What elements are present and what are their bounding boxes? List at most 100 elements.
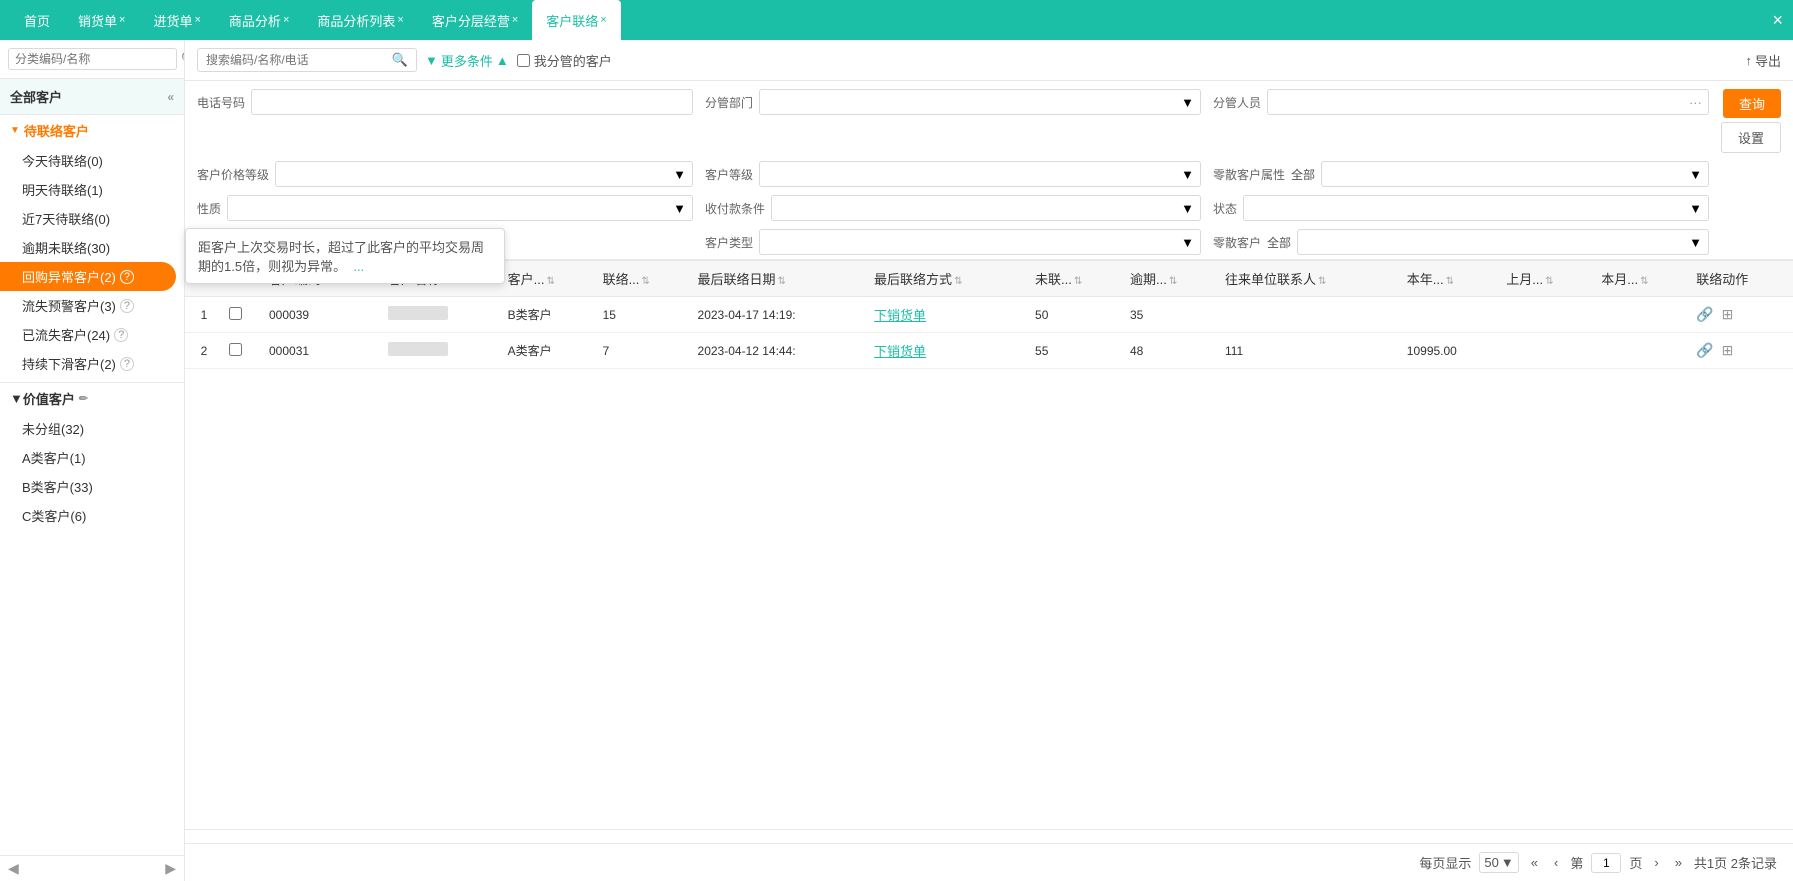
filter-search-input[interactable] — [206, 53, 392, 67]
sidebar-all-customers[interactable]: 全部客户 « — [0, 79, 184, 115]
row-overdue-1: 35 — [1124, 297, 1219, 333]
sidebar-item-churned[interactable]: 已流失客户(24) ? — [0, 320, 184, 349]
sidebar-item-repurchase-abnormal[interactable]: 回购异常客户(2) ? — [0, 262, 176, 291]
col-level[interactable]: 客户...⇅ — [502, 261, 597, 297]
row-check-1[interactable] — [229, 307, 242, 320]
nav-close-analysis[interactable]: × — [283, 14, 289, 26]
nav-close-sales[interactable]: × — [119, 14, 125, 26]
sort-icon-11: ⇅ — [1545, 276, 1553, 287]
sidebar-nav-right[interactable]: ▶ — [165, 860, 176, 877]
pagination: 每页显示 50 ▼ « ‹ 第 页 › » 共1页 2条记录 — [185, 843, 1793, 881]
filter-retail-customer: 零散客户 全部 ▼ — [1213, 229, 1709, 255]
sort-icon-8: ⇅ — [1169, 276, 1177, 287]
nav-close-analysis-list[interactable]: × — [397, 14, 403, 26]
sidebar-nav-left[interactable]: ◀ — [8, 860, 19, 877]
sidebar-item-class-b[interactable]: B类客户(33) — [0, 472, 184, 501]
edit-icon[interactable]: ✏ — [79, 392, 88, 405]
nav-sales[interactable]: 销货单 × — [64, 0, 139, 40]
sort-icon-10: ⇅ — [1446, 276, 1454, 287]
filter-cust-level-select[interactable]: ▼ — [759, 161, 1201, 187]
row-checkbox-2[interactable] — [223, 333, 263, 369]
col-overdue[interactable]: 逾期...⇅ — [1124, 261, 1219, 297]
nav-purchase[interactable]: 进货单 × — [139, 0, 214, 40]
col-contact-count[interactable]: 联络...⇅ — [597, 261, 692, 297]
filter-cust-type-select[interactable]: ▼ — [759, 229, 1201, 255]
page-input[interactable] — [1591, 853, 1621, 873]
nav-close-purchase[interactable]: × — [194, 14, 200, 26]
first-page-btn[interactable]: « — [1527, 853, 1542, 872]
sidebar-item-overdue[interactable]: 逾期未联络(30) — [0, 233, 184, 262]
nav-close-customer-layer[interactable]: × — [512, 14, 518, 26]
sidebar-group-pending[interactable]: ▼ 待联络客户 — [0, 115, 184, 146]
sidebar-item-declining[interactable]: 持续下滑客户(2) ? — [0, 349, 184, 378]
col-this-year[interactable]: 本年...⇅ — [1401, 261, 1501, 297]
sort-icon-6: ⇅ — [954, 276, 962, 287]
top-nav: 首页 销货单 × 进货单 × 商品分析 × 商品分析列表 × 客户分层经营 × … — [0, 0, 1793, 40]
row-contact-person-2: 111 — [1219, 333, 1401, 369]
col-last-method[interactable]: 最后联络方式⇅ — [868, 261, 1029, 297]
nav-analysis-list[interactable]: 商品分析列表 × — [303, 0, 417, 40]
sidebar-item-class-a[interactable]: A类客户(1) — [0, 443, 184, 472]
col-last-month[interactable]: 上月...⇅ — [1500, 261, 1595, 297]
col-uncontacted[interactable]: 未联...⇅ — [1029, 261, 1124, 297]
sidebar-group-value[interactable]: ▼ 价值客户 ✏ — [0, 382, 184, 414]
nav-customer-contact[interactable]: 客户联络 × — [532, 0, 620, 40]
filter-retail-attr-label: 零散客户属性 — [1213, 166, 1285, 183]
row-checkbox-1[interactable] — [223, 297, 263, 333]
window-close[interactable]: × — [1772, 10, 1783, 31]
export-btn[interactable]: ↑ 导出 — [1745, 51, 1781, 70]
filter-manager-select[interactable]: ··· — [1267, 89, 1709, 115]
my-customer-checkbox[interactable]: 我分管的客户 — [517, 51, 612, 70]
filter-nature-select[interactable]: ▼ — [227, 195, 693, 221]
sidebar-item-today[interactable]: 今天待联络(0) — [0, 146, 184, 175]
row-name-2 — [382, 333, 501, 369]
dots-icon[interactable]: ··· — [1689, 95, 1702, 110]
filter-search-icon[interactable]: 🔍 — [392, 52, 408, 68]
filter-price-level-select[interactable]: ▼ — [275, 161, 693, 187]
col-contact-person[interactable]: 往来单位联系人⇅ — [1219, 261, 1401, 297]
arrow-icon: ▼ — [10, 125, 20, 136]
filter-status-select[interactable]: ▼ — [1243, 195, 1709, 221]
prev-page-btn[interactable]: ‹ — [1550, 853, 1562, 872]
filter-dept: 分管部门 ▼ — [705, 89, 1201, 115]
link-action-icon-1[interactable]: 🔗 — [1696, 306, 1713, 323]
help-icon-4: ? — [120, 357, 134, 371]
row-last-method-1[interactable]: 下销货单 — [868, 297, 1029, 333]
sidebar-collapse-icon[interactable]: « — [167, 90, 174, 104]
sidebar-item-7days[interactable]: 近7天待联络(0) — [0, 204, 184, 233]
sidebar-search-input[interactable] — [8, 48, 177, 70]
horizontal-scrollbar[interactable] — [185, 829, 1793, 843]
next-page-btn[interactable]: › — [1650, 853, 1662, 872]
filter-retail-customer-select[interactable]: ▼ — [1297, 229, 1709, 255]
filter-phone-input[interactable] — [251, 89, 693, 115]
nav-close-customer-contact[interactable]: × — [600, 14, 606, 26]
nav-analysis[interactable]: 商品分析 × — [215, 0, 303, 40]
page-label: 第 — [1570, 853, 1583, 872]
nav-home[interactable]: 首页 — [10, 0, 64, 40]
query-button[interactable]: 查询 — [1723, 89, 1781, 118]
filter-dept-label: 分管部门 — [705, 94, 753, 111]
sidebar-item-class-c[interactable]: C类客户(6) — [0, 501, 184, 530]
last-page-btn[interactable]: » — [1671, 853, 1686, 872]
grid-action-icon-2[interactable]: ⊞ — [1722, 342, 1734, 359]
filter-payment-select[interactable]: ▼ — [771, 195, 1201, 221]
sidebar-item-ungrouped[interactable]: 未分组(32) — [0, 414, 184, 443]
link-action-icon-2[interactable]: 🔗 — [1696, 342, 1713, 359]
nav-customer-layer[interactable]: 客户分层经营 × — [418, 0, 532, 40]
sidebar-item-churn-warning[interactable]: 流失预警客户(3) ? — [0, 291, 184, 320]
col-this-month[interactable]: 本月...⇅ — [1595, 261, 1690, 297]
grid-action-icon-1[interactable]: ⊞ — [1722, 306, 1734, 323]
per-page-select[interactable]: 50 ▼ — [1479, 852, 1518, 873]
sidebar-item-tomorrow[interactable]: 明天待联络(1) — [0, 175, 184, 204]
help-icon: ? — [120, 270, 134, 284]
row-last-method-2[interactable]: 下销货单 — [868, 333, 1029, 369]
set-button[interactable]: 设置 — [1721, 122, 1781, 153]
row-check-2[interactable] — [229, 343, 242, 356]
my-customer-check[interactable] — [517, 54, 530, 67]
more-filter-btn[interactable]: ▼ 更多条件 ▲ — [425, 51, 509, 70]
filter-dept-select[interactable]: ▼ — [759, 89, 1201, 115]
filter-retail-attr-select[interactable]: ▼ — [1321, 161, 1709, 187]
col-last-date[interactable]: 最后联络日期⇅ — [692, 261, 869, 297]
sort-icon-4: ⇅ — [641, 276, 649, 287]
chevron-down-icon-6: ▼ — [1181, 201, 1194, 216]
